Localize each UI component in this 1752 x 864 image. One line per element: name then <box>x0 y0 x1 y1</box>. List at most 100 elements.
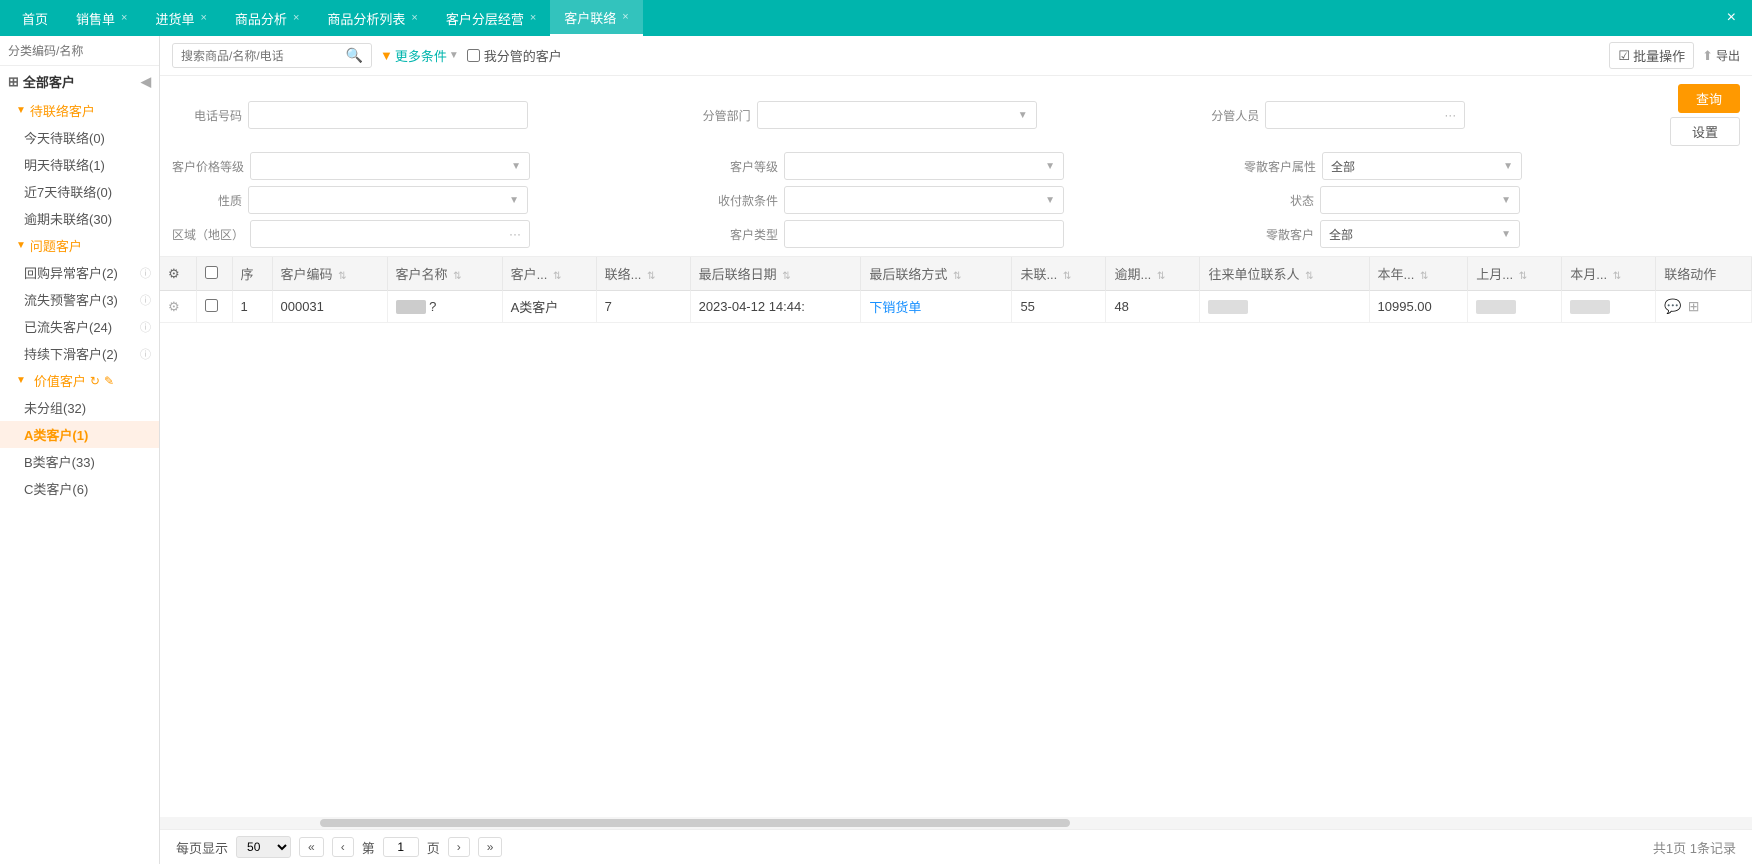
batch-op-btn[interactable]: ☑ 批量操作 <box>1609 42 1694 69</box>
sidebar-item-tomorrow[interactable]: 明天待联络(1) <box>0 151 159 178</box>
filter-region-dots[interactable]: ··· <box>509 227 521 241</box>
query-btn[interactable]: 查询 <box>1678 84 1740 113</box>
nav-tab-product-analysis-list[interactable]: 商品分析列表 × <box>313 0 431 36</box>
sidebar-item-class-a[interactable]: A类客户(1) <box>0 421 159 448</box>
col-level[interactable]: 客户... ⇅ <box>502 257 596 291</box>
sidebar-collapse-btn[interactable]: ◀ <box>141 74 151 90</box>
col-gear[interactable]: ⚙ <box>160 257 196 291</box>
filter-payment-select[interactable]: ▼ <box>784 186 1064 214</box>
edit-icon[interactable]: ✎ <box>104 374 114 388</box>
scrollbar-thumb[interactable] <box>320 819 1070 827</box>
filter-dept-select[interactable]: ▼ <box>757 101 1037 129</box>
col-code-sort[interactable]: ⇅ <box>338 271 346 282</box>
col-last-date[interactable]: 最后联络日期 ⇅ <box>690 257 861 291</box>
nav-tab-purchaseorder-close[interactable]: × <box>200 12 206 24</box>
filter-price-level-select[interactable]: ▼ <box>250 152 530 180</box>
cell-checkbox[interactable] <box>196 291 232 323</box>
row-gear-icon[interactable]: ⚙ <box>168 299 180 314</box>
horizontal-scrollbar[interactable] <box>160 817 1752 829</box>
filter-retail-attr-select[interactable]: 全部 ▼ <box>1322 152 1522 180</box>
sidebar-item-class-c[interactable]: C类客户(6) <box>0 475 159 502</box>
col-level-sort[interactable]: ⇅ <box>553 271 561 282</box>
prev-page-btn[interactable]: ‹ <box>332 837 354 857</box>
sidebar-item-churn-warning[interactable]: 流失预警客户(3) ⓘ <box>0 286 159 313</box>
col-contact-person-sort[interactable]: ⇅ <box>1305 271 1313 282</box>
filter-phone-input[interactable] <box>248 101 528 129</box>
sidebar-item-7days[interactable]: 近7天待联络(0) <box>0 178 159 205</box>
nav-tab-customer-contact[interactable]: 客户联络 × <box>550 0 642 36</box>
filter-nature-select[interactable]: ▼ <box>248 186 528 214</box>
sidebar-item-declining[interactable]: 持续下滑客户(2) ⓘ <box>0 340 159 367</box>
first-page-btn[interactable]: « <box>299 837 324 857</box>
nav-home[interactable]: 首页 <box>8 0 62 36</box>
filter-retail-cust-select[interactable]: 全部 ▼ <box>1320 220 1520 248</box>
col-name[interactable]: 客户名称 ⇅ <box>387 257 502 291</box>
sidebar-section-pending[interactable]: ▼ 待联络客户 <box>0 97 159 124</box>
col-this-month-sort[interactable]: ⇅ <box>1613 271 1621 282</box>
last-method-link[interactable]: 下销货单 <box>869 300 921 315</box>
export-btn[interactable]: ⬆ 导出 <box>1702 42 1740 69</box>
filter-my-customers-checkbox[interactable] <box>467 49 480 62</box>
filter-cust-type-select[interactable] <box>784 220 1064 248</box>
sidebar-search-input[interactable] <box>8 44 160 58</box>
window-close-btn[interactable]: × <box>1719 9 1744 27</box>
col-last-method[interactable]: 最后联络方式 ⇅ <box>861 257 1012 291</box>
refresh-icon[interactable]: ↻ <box>90 374 100 388</box>
col-code[interactable]: 客户编码 ⇅ <box>272 257 387 291</box>
nav-tab-salesorder-close[interactable]: × <box>121 12 127 24</box>
col-no-contact-sort[interactable]: ⇅ <box>1063 271 1071 282</box>
sidebar-item-overdue[interactable]: 逾期未联络(30) <box>0 205 159 232</box>
filter-person-dots[interactable]: ··· <box>1444 108 1456 122</box>
qr-icon[interactable]: ⊞ <box>1688 298 1700 315</box>
col-contact-person[interactable]: 往来单位联系人 ⇅ <box>1200 257 1369 291</box>
select-all-checkbox[interactable] <box>205 266 218 279</box>
col-name-sort[interactable]: ⇅ <box>453 271 461 282</box>
nav-tab-product-analysis-list-close[interactable]: × <box>411 12 417 24</box>
col-contact-count-sort[interactable]: ⇅ <box>647 271 655 282</box>
col-last-method-sort[interactable]: ⇅ <box>953 271 961 282</box>
page-size-select[interactable]: 50 100 200 <box>236 836 291 858</box>
nav-tab-customer-segment[interactable]: 客户分层经营 × <box>432 0 550 36</box>
col-this-month[interactable]: 本月... ⇅ <box>1562 257 1656 291</box>
setting-btn[interactable]: 设置 <box>1670 117 1740 146</box>
filter-status-select[interactable]: ▼ <box>1320 186 1520 214</box>
sidebar-item-churned[interactable]: 已流失客户(24) ⓘ <box>0 313 159 340</box>
filter-search-icon[interactable]: 🔍 <box>346 47 363 64</box>
filter-search-input[interactable] <box>181 49 342 63</box>
sidebar-item-ungrouped[interactable]: 未分组(32) <box>0 394 159 421</box>
gear-icon[interactable]: ⚙ <box>168 266 180 281</box>
last-page-btn[interactable]: » <box>478 837 503 857</box>
sidebar-section-value[interactable]: ▼ 价值客户 ↻ ✎ <box>0 367 159 394</box>
filter-cust-level-select[interactable]: ▼ <box>784 152 1064 180</box>
col-last-date-sort[interactable]: ⇅ <box>782 271 790 282</box>
sidebar-item-repurchase-abnormal[interactable]: 回购异常客户(2) ⓘ <box>0 259 159 286</box>
col-this-year-sort[interactable]: ⇅ <box>1420 271 1428 282</box>
cell-gear[interactable]: ⚙ <box>160 291 196 323</box>
col-contact-count[interactable]: 联络... ⇅ <box>596 257 690 291</box>
message-icon[interactable]: 💬 <box>1664 298 1681 315</box>
filter-person-select[interactable]: ··· <box>1265 101 1465 129</box>
filter-region-select[interactable]: ··· <box>250 220 530 248</box>
nav-tab-customer-contact-close[interactable]: × <box>622 11 628 23</box>
page-input[interactable] <box>383 837 419 857</box>
filter-more-btn[interactable]: ▼ 更多条件 ▼ <box>380 46 459 65</box>
sidebar-item-class-b[interactable]: B类客户(33) <box>0 448 159 475</box>
nav-tab-purchaseorder[interactable]: 进货单 × <box>141 0 220 36</box>
col-overdue[interactable]: 逾期... ⇅ <box>1106 257 1200 291</box>
cell-name[interactable]: ? <box>387 291 502 323</box>
sidebar-section-problem[interactable]: ▼ 问题客户 <box>0 232 159 259</box>
col-overdue-sort[interactable]: ⇅ <box>1157 271 1165 282</box>
cell-last-method[interactable]: 下销货单 <box>861 291 1012 323</box>
col-checkbox[interactable] <box>196 257 232 291</box>
nav-tab-salesorder[interactable]: 销售单 × <box>62 0 141 36</box>
col-last-month-sort[interactable]: ⇅ <box>1519 271 1527 282</box>
sidebar-all-customers[interactable]: ⊞ 全部客户 ◀ <box>0 66 159 97</box>
nav-tab-product-analysis-close[interactable]: × <box>293 12 299 24</box>
nav-tab-product-analysis[interactable]: 商品分析 × <box>221 0 313 36</box>
col-no-contact[interactable]: 未联... ⇅ <box>1012 257 1106 291</box>
row-checkbox[interactable] <box>205 299 218 312</box>
col-this-year[interactable]: 本年... ⇅ <box>1369 257 1468 291</box>
sidebar-item-today[interactable]: 今天待联络(0) <box>0 124 159 151</box>
col-last-month[interactable]: 上月... ⇅ <box>1468 257 1562 291</box>
next-page-btn[interactable]: › <box>448 837 470 857</box>
